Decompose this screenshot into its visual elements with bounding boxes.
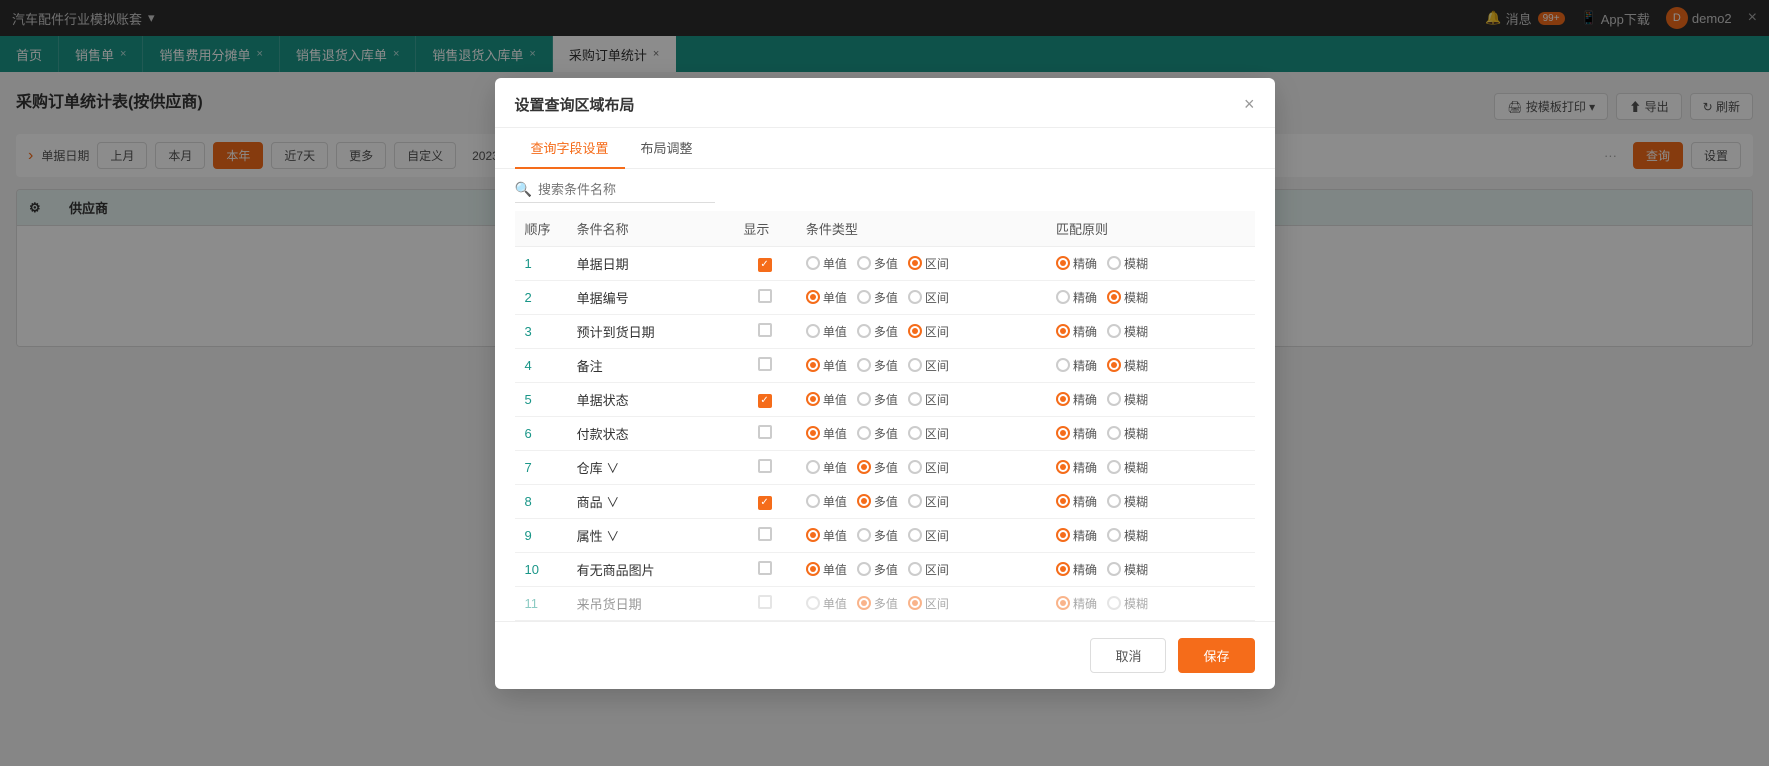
row-name: 备注 — [567, 348, 734, 382]
row-match[interactable]: 精确模糊 — [1046, 552, 1254, 586]
row-name: 商品 ∨ — [567, 484, 734, 518]
row-match[interactable]: 精确模糊 — [1046, 484, 1254, 518]
row-show-checkbox[interactable] — [733, 280, 796, 314]
row-order: 8 — [515, 484, 567, 518]
row-name: 属性 ∨ — [567, 518, 734, 552]
row-type[interactable]: 单值多值区间 — [796, 314, 1046, 348]
row-match[interactable]: 精确模糊 — [1046, 450, 1254, 484]
row-order: 2 — [515, 280, 567, 314]
row-name: 预计到货日期 — [567, 314, 734, 348]
row-order: 1 — [515, 246, 567, 280]
row-match[interactable]: 精确模糊 — [1046, 314, 1254, 348]
row-order: 9 — [515, 518, 567, 552]
th-match: 匹配原则 — [1046, 211, 1254, 247]
row-name: 单据编号 — [567, 280, 734, 314]
dialog-tabs: 查询字段设置 布局调整 — [495, 128, 1275, 169]
th-order: 顺序 — [515, 211, 567, 247]
row-name: 付款状态 — [567, 416, 734, 450]
row-type[interactable]: 单值多值区间 — [796, 450, 1046, 484]
row-order: 3 — [515, 314, 567, 348]
row-match[interactable]: 精确模糊 — [1046, 518, 1254, 552]
fields-table: 顺序 条件名称 显示 条件类型 匹配原则 1单据日期单值多值区间精确模糊2单据编… — [515, 211, 1255, 621]
row-order: 7 — [515, 450, 567, 484]
th-name: 条件名称 — [567, 211, 734, 247]
row-show-checkbox[interactable] — [733, 246, 796, 280]
dialog-title: 设置查询区域布局 — [515, 94, 635, 115]
row-type[interactable]: 单值多值区间 — [796, 280, 1046, 314]
row-show-checkbox[interactable] — [733, 518, 796, 552]
row-order: 5 — [515, 382, 567, 416]
row-type[interactable]: 单值多值区间 — [796, 484, 1046, 518]
row-type[interactable]: 单值多值区间 — [796, 416, 1046, 450]
row-name: 单据状态 — [567, 382, 734, 416]
row-type[interactable]: 单值多值区间 — [796, 246, 1046, 280]
row-order: 6 — [515, 416, 567, 450]
row-show-checkbox[interactable] — [733, 382, 796, 416]
row-match[interactable]: 精确模糊 — [1046, 348, 1254, 382]
search-input[interactable] — [538, 182, 698, 197]
dialog-tab-layout[interactable]: 布局调整 — [625, 128, 709, 169]
row-show-checkbox[interactable] — [733, 348, 796, 382]
th-show: 显示 — [733, 211, 796, 247]
row-type[interactable]: 单值多值区间 — [796, 518, 1046, 552]
row-type[interactable]: 单值多值区间 — [796, 382, 1046, 416]
row-order: 11 — [515, 586, 567, 620]
row-show-checkbox[interactable] — [733, 552, 796, 586]
row-name: 仓库 ∨ — [567, 450, 734, 484]
row-type[interactable]: 单值多值区间 — [796, 552, 1046, 586]
th-type: 条件类型 — [796, 211, 1046, 247]
dialog-tab-fields[interactable]: 查询字段设置 — [515, 128, 625, 169]
row-match[interactable]: 精确模糊 — [1046, 246, 1254, 280]
row-match[interactable]: 精确模糊 — [1046, 382, 1254, 416]
save-button[interactable]: 保存 — [1178, 638, 1254, 673]
row-type[interactable]: 单值多值区间 — [796, 348, 1046, 382]
dialog-footer: 取消 保存 — [495, 621, 1275, 689]
dialog-close-button[interactable]: × — [1244, 95, 1255, 113]
cancel-button[interactable]: 取消 — [1090, 638, 1166, 673]
row-name: 有无商品图片 — [567, 552, 734, 586]
dialog-search-area: 🔍 — [495, 169, 1275, 211]
row-name: 单据日期 — [567, 246, 734, 280]
row-show-checkbox[interactable] — [733, 450, 796, 484]
search-box: 🔍 — [515, 181, 715, 203]
row-match[interactable]: 精确模糊 — [1046, 416, 1254, 450]
row-show-checkbox[interactable] — [733, 314, 796, 348]
dialog-header: 设置查询区域布局 × — [495, 78, 1275, 128]
dialog-body: 顺序 条件名称 显示 条件类型 匹配原则 1单据日期单值多值区间精确模糊2单据编… — [495, 211, 1275, 621]
row-order: 4 — [515, 348, 567, 382]
row-order: 10 — [515, 552, 567, 586]
row-show-checkbox[interactable] — [733, 416, 796, 450]
row-type[interactable]: 单值多值区间 — [796, 586, 1046, 620]
row-show-checkbox[interactable] — [733, 586, 796, 620]
row-name: 来吊货日期 — [567, 586, 734, 620]
row-show-checkbox[interactable] — [733, 484, 796, 518]
row-match[interactable]: 精确模糊 — [1046, 586, 1254, 620]
dialog-overlay: 设置查询区域布局 × 查询字段设置 布局调整 🔍 顺序 — [0, 0, 1769, 766]
search-icon: 🔍 — [515, 181, 532, 198]
row-match[interactable]: 精确模糊 — [1046, 280, 1254, 314]
settings-dialog: 设置查询区域布局 × 查询字段设置 布局调整 🔍 顺序 — [495, 78, 1275, 689]
